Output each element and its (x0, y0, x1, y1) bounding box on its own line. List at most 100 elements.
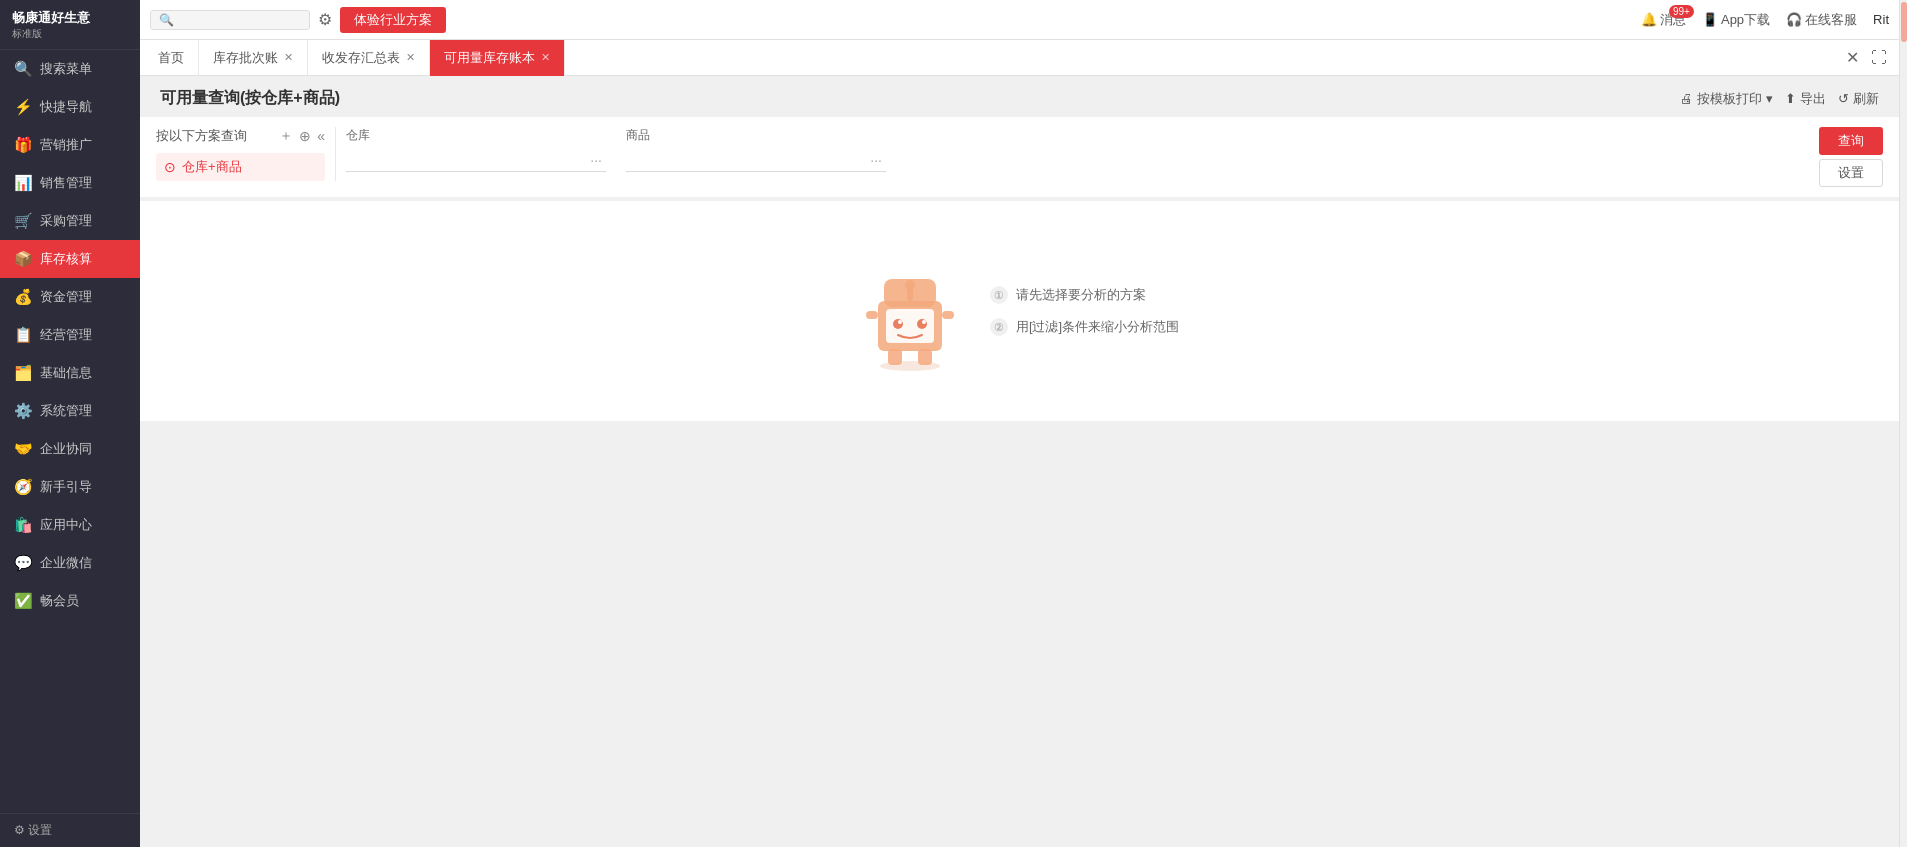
tab-home[interactable]: 首页 (144, 40, 199, 76)
product-input-wrap: ··· (626, 148, 886, 172)
tab-close-available[interactable]: ✕ (541, 51, 550, 64)
page-title: 可用量查询(按仓库+商品) (160, 88, 340, 109)
wechat-icon: 💬 (14, 554, 32, 572)
app-download-link[interactable]: 📱 App下载 (1702, 11, 1770, 29)
hint-item-1: ① 请先选择要分析的方案 (990, 286, 1179, 304)
sidebar-item-label: 企业微信 (40, 554, 92, 572)
filter-scheme-panel: 按以下方案查询 ＋ ⊕ « ⊙ 仓库+商品 (156, 127, 336, 181)
sidebar-item-label: 搜索菜单 (40, 60, 92, 78)
manage-scheme-button[interactable]: ⊕ (299, 128, 311, 144)
system-icon: ⚙️ (14, 402, 32, 420)
sidebar-item-sales[interactable]: 📊销售管理 (0, 164, 140, 202)
sidebar-item-basic[interactable]: 🗂️ 基础信息 (0, 354, 140, 392)
scheme-item-icon: ⊙ (164, 159, 176, 175)
sidebar-item-shortcut[interactable]: ⚡快捷导航 (0, 88, 140, 126)
sidebar-item-company[interactable]: 🤝企业协同 (0, 430, 140, 468)
sidebar-item-wechat[interactable]: 💬 企业微信 (0, 544, 140, 582)
tabs-bar: 首页库存批次账✕收发存汇总表✕可用量库存账本✕ ✕ ⛶ (140, 40, 1899, 76)
export-icon: ⬆ (1785, 91, 1796, 106)
warehouse-input[interactable] (346, 148, 606, 172)
maximize-tab-button[interactable]: ⛶ (1867, 45, 1891, 71)
headset-icon: 🎧 (1786, 12, 1802, 27)
settings-button[interactable]: 设置 (1819, 159, 1883, 187)
tab-label: 库存批次账 (213, 49, 278, 67)
empty-hints: ① 请先选择要分析的方案 ② 用[过滤]条件来缩小分析范围 (990, 286, 1179, 336)
product-label: 商品 (626, 127, 886, 144)
scheme-item-warehouse-product[interactable]: ⊙ 仓库+商品 (156, 153, 325, 181)
query-button[interactable]: 查询 (1819, 127, 1883, 155)
gear-icon[interactable]: ⚙ (318, 10, 332, 29)
collapse-scheme-button[interactable]: « (317, 128, 325, 144)
add-scheme-button[interactable]: ＋ (279, 127, 293, 145)
sidebar-item-system[interactable]: ⚙️ 系统管理 (0, 392, 140, 430)
tab-label: 首页 (158, 49, 184, 67)
main-area: 🔍 ⚙ 体验行业方案 🔔 消息 99+ 📱 App下载 🎧 在线客服 Rit 首… (140, 0, 1899, 847)
tab-label: 可用量库存账本 (444, 49, 535, 67)
tab-summary[interactable]: 收发存汇总表✕ (308, 40, 430, 76)
operations-icon: 📋 (14, 326, 32, 344)
refresh-button[interactable]: ↺ 刷新 (1838, 90, 1879, 108)
trial-button[interactable]: 体验行业方案 (340, 7, 446, 33)
page-content: 可用量查询(按仓库+商品) 🖨 按模板打印 ▾ ⬆ 导出 ↺ 刷新 (140, 76, 1899, 847)
hint-item-2: ② 用[过滤]条件来缩小分析范围 (990, 318, 1179, 336)
search-icon: 🔍 (159, 13, 174, 27)
customer-service-label: 在线客服 (1805, 11, 1857, 29)
warehouse-input-wrap: ··· (346, 148, 606, 172)
sidebar-item-vip[interactable]: ✅畅会员 (0, 582, 140, 620)
sidebar-bottom[interactable]: ⚙ 设置 (0, 813, 140, 847)
sidebar-item-marketing[interactable]: 🎁营销推广 (0, 126, 140, 164)
page-header: 可用量查询(按仓库+商品) 🖨 按模板打印 ▾ ⬆ 导出 ↺ 刷新 (140, 76, 1899, 117)
sales-icon: 📊 (14, 174, 32, 192)
sidebar-item-label: 企业协同 (40, 440, 92, 458)
phone-icon: 📱 (1702, 12, 1718, 27)
refresh-label: 刷新 (1853, 90, 1879, 108)
tab-close-summary[interactable]: ✕ (406, 51, 415, 64)
sidebar-item-label: 新手引导 (40, 478, 92, 496)
print-icon: 🖨 (1680, 91, 1693, 106)
export-button[interactable]: ⬆ 导出 (1785, 90, 1826, 108)
warehouse-more-icon[interactable]: ··· (590, 152, 602, 168)
search-input[interactable] (178, 13, 298, 27)
sidebar-item-inventory[interactable]: 📦库存核算 (0, 240, 140, 278)
sidebar-item-label: 资金管理 (40, 288, 92, 306)
tab-available[interactable]: 可用量库存账本 ✕ (430, 40, 565, 76)
sidebar-header: 畅康通好生意 标准版 (0, 0, 140, 50)
empty-state-inner: ① 请先选择要分析的方案 ② 用[过滤]条件来缩小分析范围 (860, 261, 1179, 361)
print-label: 按模板打印 (1697, 90, 1762, 108)
filter-scheme-header: 按以下方案查询 ＋ ⊕ « (156, 127, 325, 145)
filter-fields: 仓库 ··· 商品 ··· (346, 127, 1819, 172)
right-scroll-thumb[interactable] (1901, 2, 1907, 42)
svg-point-5 (898, 320, 902, 324)
sidebar-item-appstore[interactable]: 🛍️应用中心 (0, 506, 140, 544)
svg-rect-10 (918, 349, 932, 365)
sidebar-item-label: 系统管理 (40, 402, 92, 420)
product-field: 商品 ··· (626, 127, 886, 172)
sidebar-item-purchase[interactable]: 🛒采购管理 (0, 202, 140, 240)
export-label: 导出 (1800, 90, 1826, 108)
sidebar-item-label: 快捷导航 (40, 98, 92, 116)
scheme-label: 按以下方案查询 (156, 127, 273, 145)
purchase-icon: 🛒 (14, 212, 32, 230)
sidebar-item-label: 基础信息 (40, 364, 92, 382)
basic-icon: 🗂️ (14, 364, 32, 382)
product-input[interactable] (626, 148, 886, 172)
sidebar-item-operations[interactable]: 📋经营管理 (0, 316, 140, 354)
svg-rect-7 (866, 311, 878, 319)
tab-close-batch[interactable]: ✕ (284, 51, 293, 64)
scheme-item-label: 仓库+商品 (182, 158, 242, 176)
print-button[interactable]: 🖨 按模板打印 ▾ (1680, 90, 1773, 108)
topbar-search-box[interactable]: 🔍 (150, 10, 310, 30)
customer-service-link[interactable]: 🎧 在线客服 (1786, 11, 1857, 29)
app-version: 标准版 (12, 27, 128, 41)
close-tab-button[interactable]: ✕ (1842, 44, 1863, 71)
user-name[interactable]: Rit (1873, 12, 1889, 27)
sidebar-item-guide[interactable]: 🧭新手引导 (0, 468, 140, 506)
svg-point-6 (922, 320, 926, 324)
sidebar-item-finance[interactable]: 💰资金管理 (0, 278, 140, 316)
filter-area: 按以下方案查询 ＋ ⊕ « ⊙ 仓库+商品 仓库 ··· (140, 117, 1899, 197)
tab-batch[interactable]: 库存批次账 ✕ (199, 40, 308, 76)
hint-num-2: ② (990, 318, 1008, 336)
product-more-icon[interactable]: ··· (870, 152, 882, 168)
sidebar-item-search[interactable]: 🔍搜索菜单 (0, 50, 140, 88)
notification-link[interactable]: 🔔 消息 99+ (1641, 11, 1686, 29)
